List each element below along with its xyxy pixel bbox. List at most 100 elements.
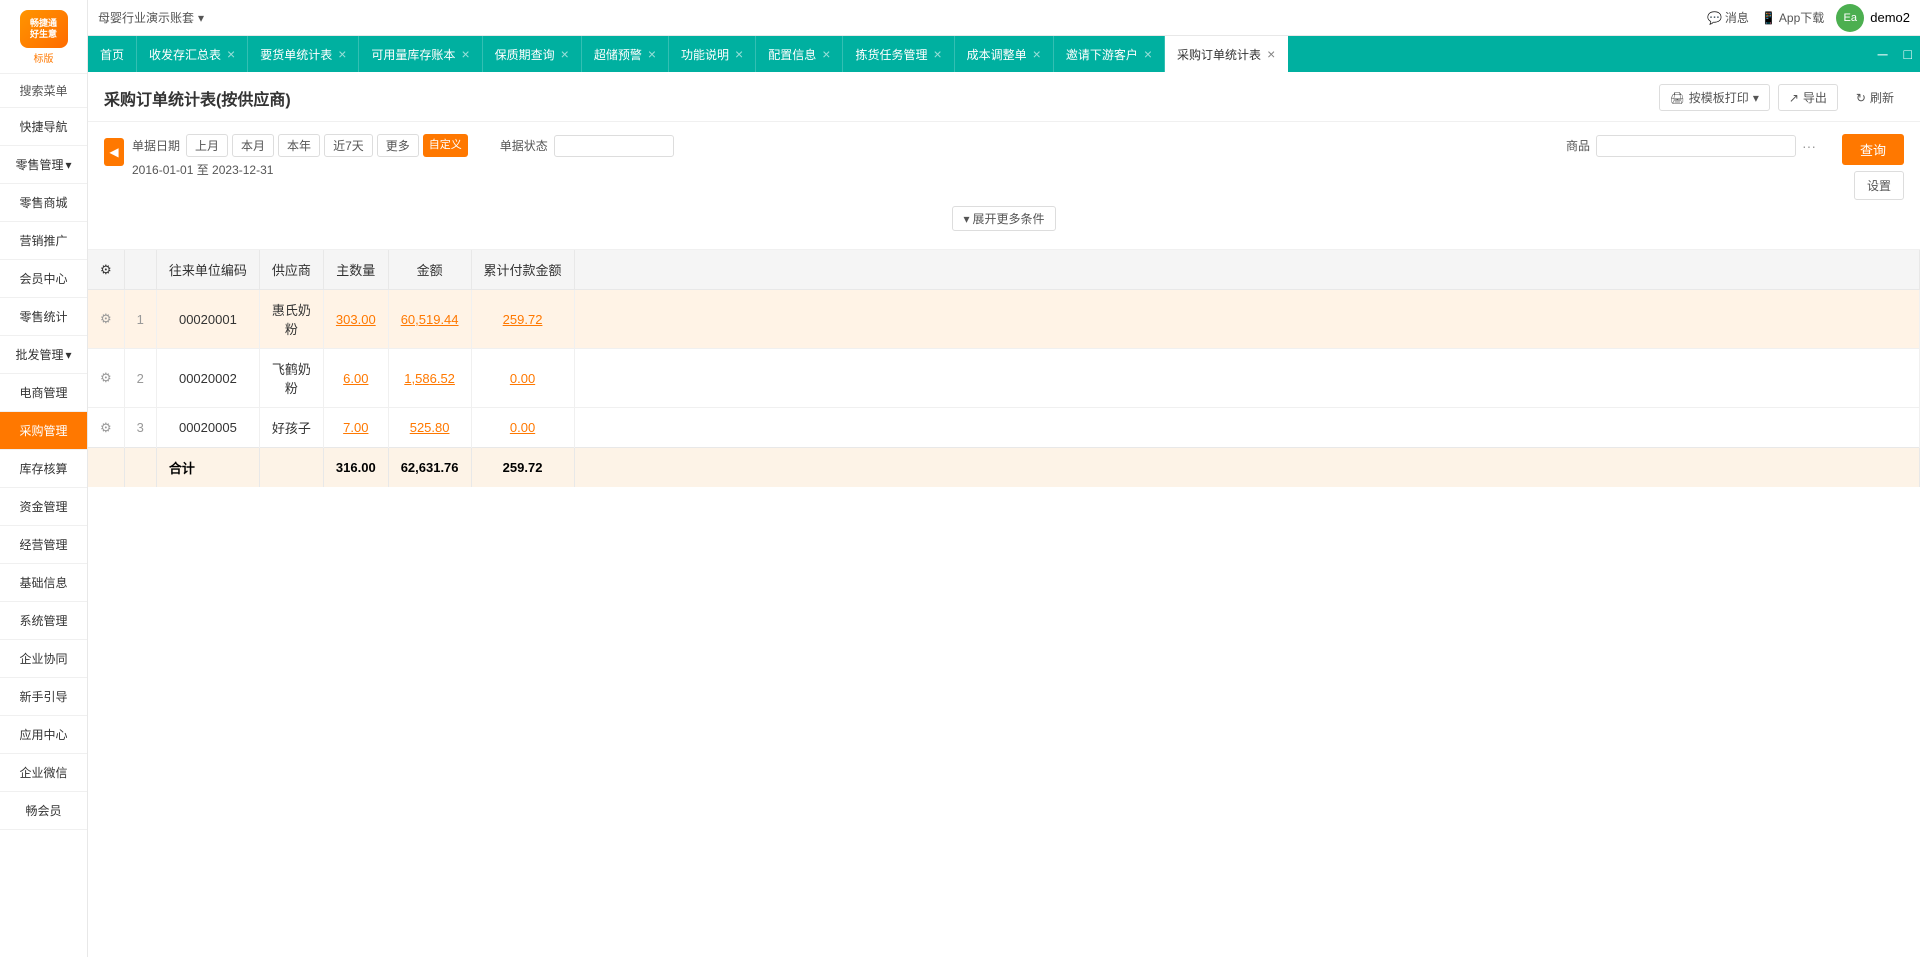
tab-close-config[interactable]: ×	[822, 46, 830, 62]
topbar-actions: 💬 消息 📱 App下载 Ea demo2	[1707, 4, 1910, 32]
date-shortcut-last-month[interactable]: 上月	[186, 134, 228, 157]
tab-cost-adjust[interactable]: 成本调整单 ×	[955, 36, 1054, 72]
goods-filter-more-icon[interactable]: ···	[1802, 138, 1816, 154]
username-label: demo2	[1870, 10, 1910, 25]
tab-close-invite[interactable]: ×	[1144, 46, 1152, 62]
refresh-icon: ↻	[1856, 91, 1866, 105]
print-dropdown-icon: ▾	[1753, 91, 1759, 105]
tab-close-cost-adjust[interactable]: ×	[1033, 46, 1041, 62]
chevron-down-icon2: ▾	[65, 348, 71, 362]
footer-paid-amount: 259.72	[471, 448, 574, 488]
tab-config[interactable]: 配置信息 ×	[756, 36, 843, 72]
sidebar-item-enterprise[interactable]: 企业协同	[0, 640, 87, 678]
footer-main-qty: 316.00	[323, 448, 388, 488]
sidebar-item-purchase[interactable]: 采购管理	[0, 412, 87, 450]
gear-icon[interactable]: ⚙	[100, 262, 112, 277]
date-shortcut-7days[interactable]: 近7天	[324, 134, 373, 157]
filter-date-range-text: 2016-01-01 至 2023-12-31	[132, 161, 273, 178]
row-main-qty[interactable]: 6.00	[323, 349, 388, 408]
sidebar-item-retail-stats[interactable]: 零售统计	[0, 298, 87, 336]
logo-subtext: 标版	[34, 50, 54, 65]
row-amount[interactable]: 525.80	[388, 408, 471, 448]
row-main-qty[interactable]: 303.00	[323, 290, 388, 349]
date-custom-badge[interactable]: 自定义	[423, 134, 468, 157]
date-shortcut-this-year[interactable]: 本年	[278, 134, 320, 157]
column-settings[interactable]: ⚙	[88, 250, 124, 290]
export-button[interactable]: ↗ 导出	[1778, 84, 1838, 111]
refresh-button[interactable]: ↻ 刷新	[1846, 85, 1904, 110]
filter-date-group: 单据日期 上月 本月 本年 近7天 更多 自定义	[132, 134, 468, 157]
tab-close-usable-inventory[interactable]: ×	[461, 46, 469, 62]
user-menu[interactable]: Ea demo2	[1836, 4, 1910, 32]
sidebar-item-vip[interactable]: 畅会员	[0, 792, 87, 830]
sidebar-item-finance[interactable]: 资金管理	[0, 488, 87, 526]
workspace-selector[interactable]: 母婴行业演示账套 ▾	[98, 9, 1699, 26]
tab-purchase-order-stats[interactable]: 采购订单统计表 ×	[1165, 36, 1288, 72]
message-button[interactable]: 💬 消息	[1707, 9, 1749, 26]
tab-close-picking[interactable]: ×	[933, 46, 941, 62]
column-row-num	[124, 250, 156, 290]
sidebar-item-marketing[interactable]: 营销推广	[0, 222, 87, 260]
row-amount[interactable]: 1,586.52	[388, 349, 471, 408]
tab-requisition-stats[interactable]: 要货单统计表 ×	[248, 36, 359, 72]
tab-maximize-icon[interactable]: □	[1896, 46, 1920, 62]
row-amount[interactable]: 60,519.44	[388, 290, 471, 349]
table-footer-row: 合计 316.00 62,631.76 259.72	[88, 448, 1920, 488]
tab-shelf-life[interactable]: 保质期查询 ×	[483, 36, 582, 72]
sidebar-item-app-center[interactable]: 应用中心	[0, 716, 87, 754]
sidebar-item-retail-mall[interactable]: 零售商城	[0, 184, 87, 222]
sidebar-item-wholesale[interactable]: 批发管理 ▾	[0, 336, 87, 374]
sidebar-item-search[interactable]: 搜索菜单	[0, 74, 87, 108]
sidebar-item-ops[interactable]: 经营管理	[0, 526, 87, 564]
table-row: ⚙ 2 00020002 飞鹤奶粉 6.00 1,586.52 0.00	[88, 349, 1920, 408]
date-filter-label: 单据日期	[132, 137, 180, 154]
row-supplier: 好孩子	[259, 408, 323, 448]
tab-close-purchase-stats[interactable]: ×	[1267, 46, 1275, 62]
sidebar-item-member[interactable]: 会员中心	[0, 260, 87, 298]
filter-date-range-row: 2016-01-01 至 2023-12-31	[132, 161, 1816, 178]
tab-function-desc[interactable]: 功能说明 ×	[669, 36, 756, 72]
setting-button[interactable]: 设置	[1854, 171, 1904, 200]
sidebar-item-retail-mgmt[interactable]: 零售管理 ▾	[0, 146, 87, 184]
tab-receive-send[interactable]: 收发存汇总表 ×	[137, 36, 248, 72]
sidebar-item-inventory[interactable]: 库存核算	[0, 450, 87, 488]
sidebar-item-system[interactable]: 系统管理	[0, 602, 87, 640]
row-settings-icon[interactable]: ⚙	[88, 290, 124, 349]
workspace-dropdown-icon[interactable]: ▾	[198, 11, 204, 25]
filter-middle-group: 单据状态	[484, 135, 1534, 157]
tab-home[interactable]: 首页	[88, 36, 137, 72]
app-download-button[interactable]: 📱 App下载	[1761, 9, 1824, 26]
sidebar-item-ecommerce[interactable]: 电商管理	[0, 374, 87, 412]
query-button[interactable]: 查询	[1842, 134, 1904, 165]
sidebar-item-basic-info[interactable]: 基础信息	[0, 564, 87, 602]
tab-usable-inventory[interactable]: 可用量库存账本 ×	[359, 36, 482, 72]
tab-close-shelf-life[interactable]: ×	[561, 46, 569, 62]
tab-close-overstock[interactable]: ×	[648, 46, 656, 62]
expand-more-button[interactable]: ▾ 展开更多条件	[952, 206, 1055, 231]
date-shortcut-more[interactable]: 更多	[377, 134, 419, 157]
tab-close-function-desc[interactable]: ×	[735, 46, 743, 62]
row-main-qty[interactable]: 7.00	[323, 408, 388, 448]
row-paid-amount[interactable]: 0.00	[471, 408, 574, 448]
goods-filter-input[interactable]	[1596, 135, 1796, 157]
tab-close-requisition[interactable]: ×	[338, 46, 346, 62]
status-filter-select[interactable]	[554, 135, 674, 157]
row-settings-icon[interactable]: ⚙	[88, 408, 124, 448]
tab-minimize-icon[interactable]: ─	[1870, 46, 1896, 62]
filter-collapse-button[interactable]: ◀	[104, 138, 124, 166]
row-supplier: 飞鹤奶粉	[259, 349, 323, 408]
tabbar-end-actions: ─ □	[1870, 46, 1920, 62]
tab-close-receive-send[interactable]: ×	[227, 46, 235, 62]
sidebar-item-guide[interactable]: 新手引导	[0, 678, 87, 716]
date-shortcut-this-month[interactable]: 本月	[232, 134, 274, 157]
sidebar-item-quick-nav[interactable]: 快捷导航	[0, 108, 87, 146]
tab-invite-downstream[interactable]: 邀请下游客户 ×	[1054, 36, 1165, 72]
tab-picking-task[interactable]: 拣货任务管理 ×	[843, 36, 954, 72]
row-paid-amount[interactable]: 259.72	[471, 290, 574, 349]
table-body: ⚙ 1 00020001 惠氏奶粉 303.00 60,519.44 259.7…	[88, 290, 1920, 448]
print-button[interactable]: 🖨 按模板打印 ▾	[1659, 84, 1770, 111]
sidebar-item-enterprise-wechat[interactable]: 企业微信	[0, 754, 87, 792]
row-paid-amount[interactable]: 0.00	[471, 349, 574, 408]
row-settings-icon[interactable]: ⚙	[88, 349, 124, 408]
tab-overstock[interactable]: 超储预警 ×	[582, 36, 669, 72]
